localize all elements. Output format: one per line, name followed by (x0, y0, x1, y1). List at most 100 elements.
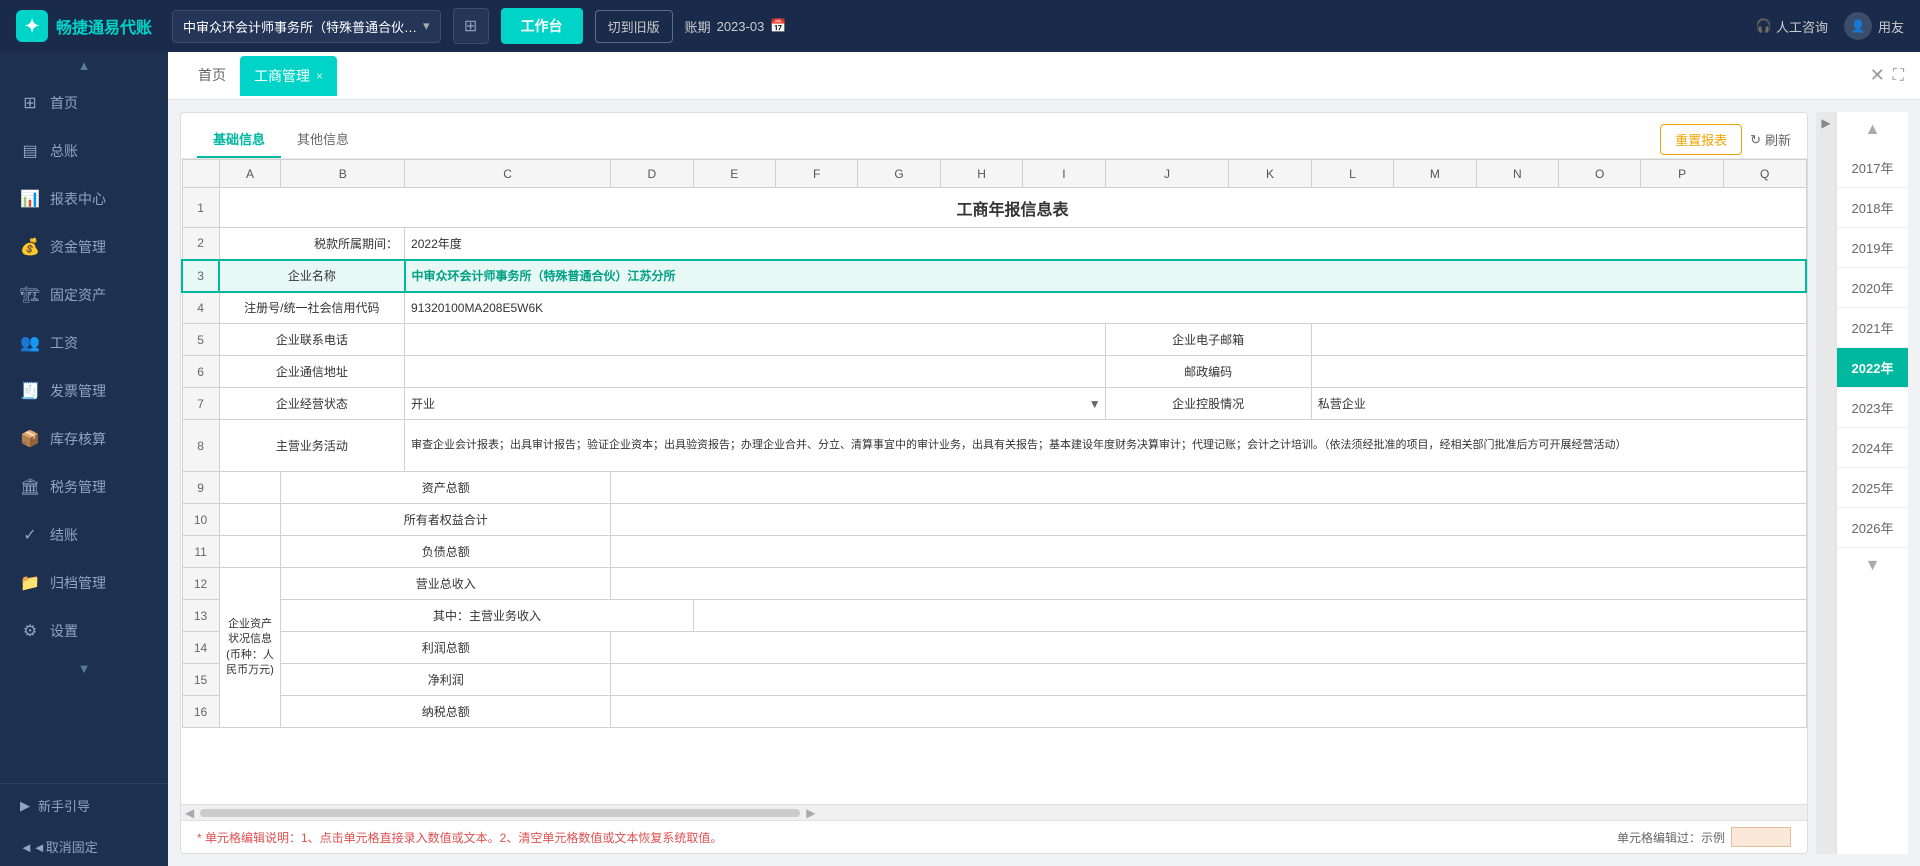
row-num: 3 (182, 260, 219, 292)
period-label-cell: 税款所属期间： (219, 228, 404, 260)
table-row: 13 其中：主营业务收入 (182, 600, 1806, 632)
year-scroll-up-button[interactable]: ▲ (1837, 112, 1908, 148)
table-row: 12 企业资产状况信息(币种：人民币万元) 营业总收入 (182, 568, 1806, 600)
total-assets-value-cell[interactable] (611, 472, 1806, 504)
total-revenue-value-cell[interactable] (611, 568, 1806, 600)
year-item-2022[interactable]: 2022年 (1837, 348, 1908, 388)
col-header-h: H (940, 160, 1022, 188)
refresh-button[interactable]: ↻ 刷新 (1750, 130, 1791, 149)
shareholding-label-cell: 企业控股情况 (1105, 388, 1311, 420)
year-item-2026[interactable]: 2026年 (1837, 508, 1908, 548)
postal-label-cell: 邮政编码 (1105, 356, 1311, 388)
company-name-label-cell: 企业名称 (219, 260, 404, 292)
sidebar-item-settings[interactable]: ⚙ 设置 (0, 607, 168, 655)
net-profit-value-cell[interactable] (611, 664, 1806, 696)
year-item-2020[interactable]: 2020年 (1837, 268, 1908, 308)
sidebar-item-stock[interactable]: 📦 库存核算 (0, 415, 168, 463)
liabilities-value-cell[interactable] (611, 536, 1806, 568)
sidebar-item-asset[interactable]: 🏗 固定资产 (0, 271, 168, 319)
year-scroll-down-button[interactable]: ▼ (1837, 548, 1908, 584)
tab-close-button[interactable]: × (316, 69, 323, 83)
company-name-value-cell[interactable]: 中审众环会计师事务所（特殊普通合伙）江苏分所 (405, 260, 1806, 292)
year-item-2019[interactable]: 2019年 (1837, 228, 1908, 268)
column-header-row: A B C D E F G H I J K L (182, 160, 1806, 188)
corner-cell (182, 160, 219, 188)
hscroll-thumb[interactable] (200, 809, 800, 817)
net-profit-label-cell: 净利润 (281, 664, 611, 696)
address-value-cell[interactable] (405, 356, 1106, 388)
salary-icon: 👥 (20, 333, 40, 353)
window-expand-icon[interactable]: ⛶ (1893, 67, 1904, 85)
tab-home[interactable]: 首页 (184, 53, 240, 99)
app-logo: ✦ 畅捷通易代账 (16, 10, 152, 42)
sidebar-item-home[interactable]: ⊞ 首页 (0, 79, 168, 127)
shareholding-value-cell[interactable]: 私营企业 (1311, 388, 1806, 420)
col-header-e: E (693, 160, 775, 188)
asset-icon: 🏗 (20, 285, 40, 305)
year-item-2018[interactable]: 2018年 (1837, 188, 1908, 228)
year-item-2017[interactable]: 2017年 (1837, 148, 1908, 188)
sidebar-label-asset: 固定资产 (50, 285, 106, 305)
service-button[interactable]: 🎧 人工咨询 (1756, 17, 1828, 36)
hscroll-right-icon[interactable]: ▶ (806, 806, 815, 820)
sidebar-item-invoice[interactable]: 🧾 发票管理 (0, 367, 168, 415)
row-num: 10 (182, 504, 219, 536)
equity-value-cell[interactable] (611, 504, 1806, 536)
service-label: 人工咨询 (1776, 17, 1828, 36)
sub-tab-basic[interactable]: 基础信息 (197, 121, 281, 158)
phone-value-cell[interactable] (405, 324, 1106, 356)
row-num: 12 (182, 568, 219, 600)
new-guide-button[interactable]: ▶ 新手引导 (0, 783, 168, 827)
sidebar-item-tax[interactable]: 🏛 税务管理 (0, 463, 168, 511)
headset-icon: 🎧 (1756, 18, 1772, 34)
row-num: 4 (182, 292, 219, 324)
main-revenue-value-cell[interactable] (693, 600, 1806, 632)
total-profit-value-cell[interactable] (611, 632, 1806, 664)
table-row: 14 利润总额 (182, 632, 1806, 664)
sidebar-item-salary[interactable]: 👥 工资 (0, 319, 168, 367)
sidebar-item-archive[interactable]: 📁 归档管理 (0, 559, 168, 607)
reg-code-value-cell[interactable]: 91320100MA208E5W6K (405, 292, 1806, 324)
main-biz-value-cell[interactable]: 审查企业会计报表；出具审计报告；验证企业资本；出具验资报告；办理企业合并、分立、… (405, 420, 1806, 472)
year-item-2023[interactable]: 2023年 (1837, 388, 1908, 428)
company-icon-btn[interactable]: ⊞ (453, 8, 489, 44)
empty-cell (219, 536, 281, 568)
sidebar-scroll-up[interactable]: ▲ (0, 52, 168, 79)
company-selector[interactable]: 中审众环会计师事务所（特殊普通合伙… ▾ (172, 10, 441, 43)
status-value-cell[interactable]: 开业 ▼ (405, 388, 1106, 420)
cell-edited-sample (1731, 827, 1791, 847)
empty-cell (219, 472, 281, 504)
sidebar-bottom: ▶ 新手引导 ◄◄取消固定 (0, 783, 168, 866)
postal-value-cell[interactable] (1311, 356, 1806, 388)
sidebar-item-fund[interactable]: 💰 资金管理 (0, 223, 168, 271)
workbench-button[interactable]: 工作台 (501, 8, 583, 44)
sidebar-item-report[interactable]: 📊 报表中心 (0, 175, 168, 223)
year-item-2025[interactable]: 2025年 (1837, 468, 1908, 508)
col-header-n: N (1476, 160, 1558, 188)
window-close-icon[interactable]: ✕ (1870, 65, 1885, 86)
equity-label-cell: 所有者权益合计 (281, 504, 611, 536)
tab-business[interactable]: 工商管理 × (240, 56, 337, 96)
total-tax-value-cell[interactable] (611, 696, 1806, 728)
sidebar-item-close[interactable]: ✓ 结账 (0, 511, 168, 559)
main-layout: ▲ ⊞ 首页 ▤ 总账 📊 报表中心 💰 资金管理 🏗 固定资产 👥 工资 🧾 … (0, 52, 1920, 866)
col-header-o: O (1558, 160, 1640, 188)
calendar-icon[interactable]: 📅 (770, 18, 786, 34)
collapse-panel[interactable]: ▶ (1816, 112, 1836, 854)
sub-tab-other[interactable]: 其他信息 (281, 121, 365, 158)
hscroll-left-icon[interactable]: ◀ (185, 806, 194, 820)
unpin-button[interactable]: ◄◄取消固定 (0, 827, 168, 866)
row-num: 2 (182, 228, 219, 260)
period-value-cell[interactable]: 2022年度 (405, 228, 1806, 260)
col-header-c: C (405, 160, 611, 188)
sidebar-item-ledger[interactable]: ▤ 总账 (0, 127, 168, 175)
old-version-button[interactable]: 切到旧版 (595, 10, 673, 43)
hscroll-bar[interactable]: ◀ ▶ (181, 804, 1807, 820)
sidebar-scroll-down[interactable]: ▼ (0, 655, 168, 682)
year-item-2021[interactable]: 2021年 (1837, 308, 1908, 348)
table-title-cell[interactable]: 工商年报信息表 (219, 188, 1806, 228)
year-item-2024[interactable]: 2024年 (1837, 428, 1908, 468)
reset-report-button[interactable]: 重置报表 (1660, 124, 1742, 155)
email-value-cell[interactable] (1311, 324, 1806, 356)
user-info[interactable]: 👤 用友 (1844, 12, 1904, 40)
